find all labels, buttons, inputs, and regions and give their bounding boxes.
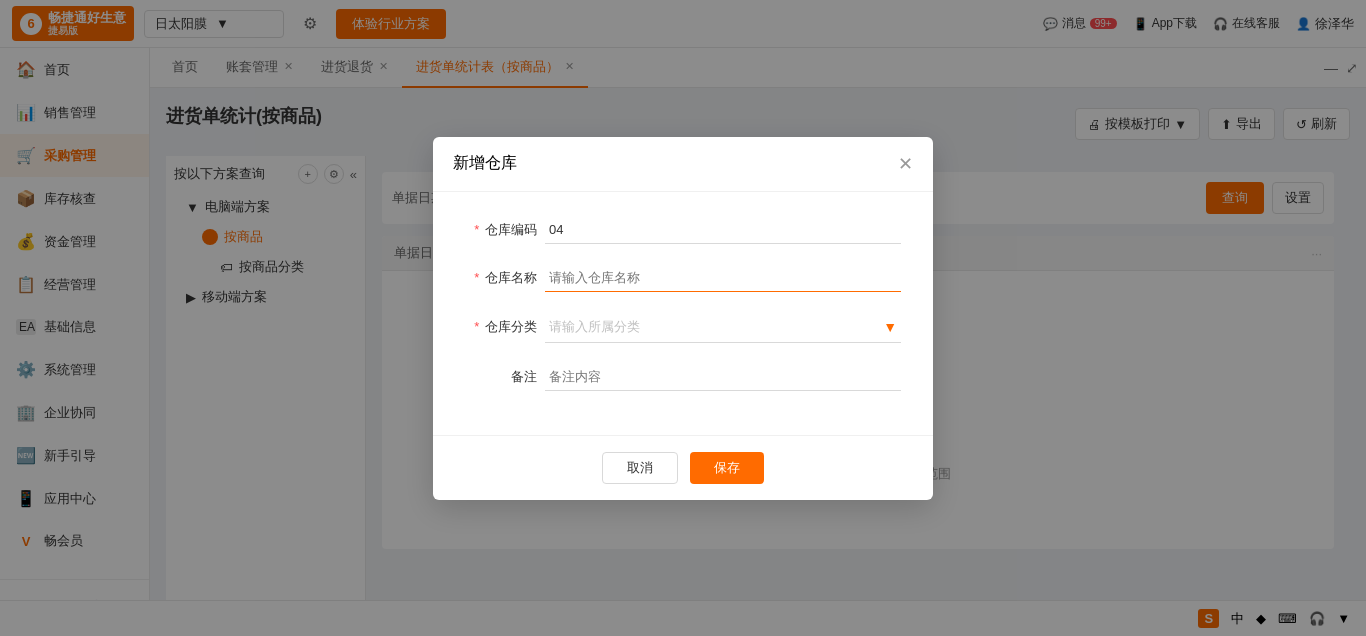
form-label-category: * 仓库分类: [465, 318, 545, 336]
form-label-note: 备注: [465, 368, 545, 386]
chevron-down-category-icon: ▼: [883, 319, 897, 335]
save-button[interactable]: 保存: [690, 452, 764, 484]
cancel-button[interactable]: 取消: [602, 452, 678, 484]
modal-new-warehouse: 新增仓库 ✕ * 仓库编码 * 仓库名称: [433, 137, 933, 500]
required-star-category: *: [474, 319, 479, 334]
warehouse-category-select[interactable]: 请输入所属分类 ▼: [545, 312, 901, 343]
form-item-name: * 仓库名称: [465, 264, 901, 292]
form-item-note: 备注: [465, 363, 901, 391]
modal-overlay: 新增仓库 ✕ * 仓库编码 * 仓库名称: [0, 0, 1366, 636]
modal-footer: 取消 保存: [433, 435, 933, 500]
required-star-name: *: [474, 270, 479, 285]
form-item-category: * 仓库分类 请输入所属分类 ▼: [465, 312, 901, 343]
form-label-name: * 仓库名称: [465, 269, 545, 287]
modal-header: 新增仓库 ✕: [433, 137, 933, 192]
required-star-code: *: [474, 222, 479, 237]
modal-body: * 仓库编码 * 仓库名称 * 仓库分类 请输入: [433, 192, 933, 435]
warehouse-name-input[interactable]: [545, 264, 901, 292]
form-item-code: * 仓库编码: [465, 216, 901, 244]
form-label-code: * 仓库编码: [465, 221, 545, 239]
warehouse-code-input[interactable]: [545, 216, 901, 244]
category-placeholder: 请输入所属分类: [549, 318, 640, 336]
warehouse-note-input[interactable]: [545, 363, 901, 391]
modal-title: 新增仓库: [453, 153, 517, 174]
modal-close-button[interactable]: ✕: [898, 153, 913, 175]
